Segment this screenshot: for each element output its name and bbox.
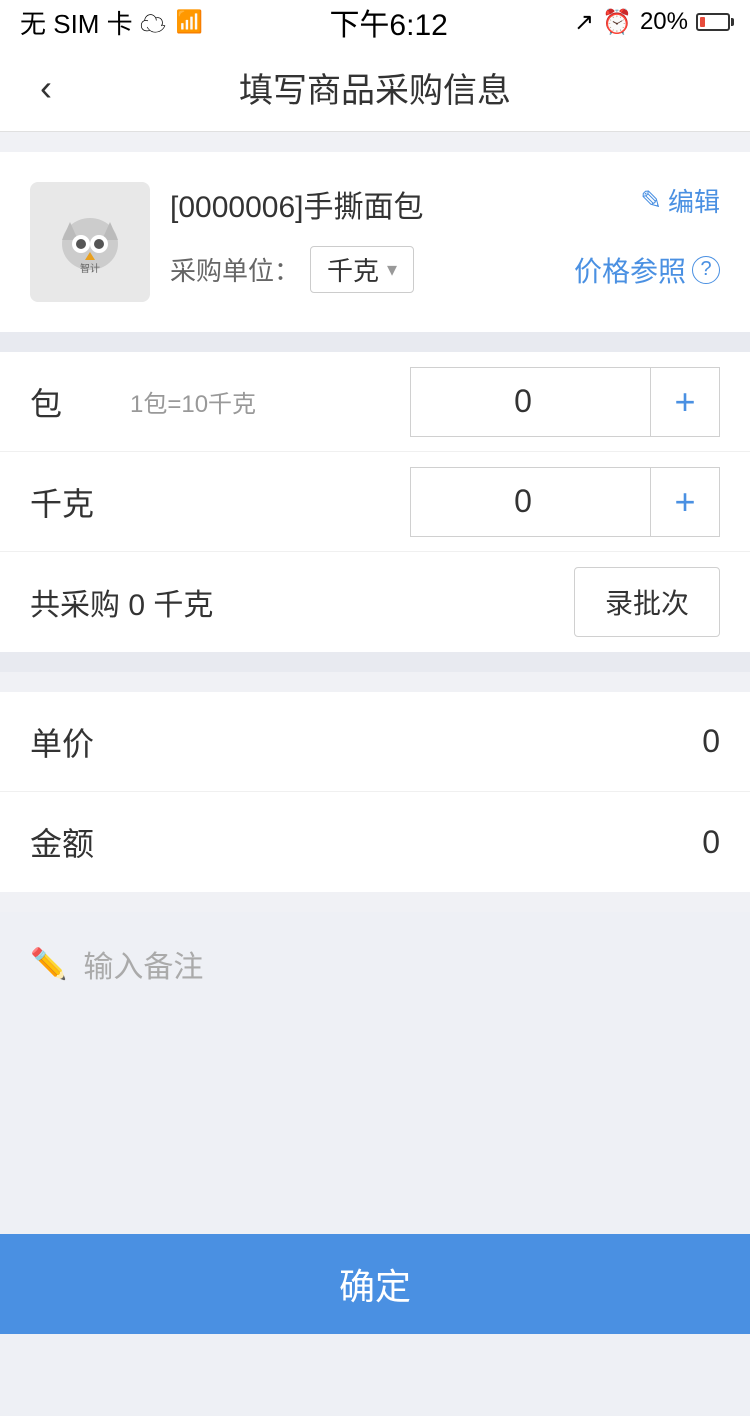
nav-bar: ‹ 填写商品采购信息 — [0, 44, 750, 132]
price-ref-btn[interactable]: 价格参照 ? — [574, 250, 720, 290]
notes-placeholder-text: 输入备注 — [83, 942, 203, 986]
back-button[interactable]: ‹ — [30, 57, 62, 119]
confirm-button[interactable]: 确定 — [0, 1234, 750, 1334]
unit-price-row: 单价 0 — [0, 692, 750, 792]
amount-label: 金额 — [30, 819, 94, 865]
page-title: 填写商品采购信息 — [239, 63, 511, 112]
sim-label: 无 SIM 卡 ☁ — [20, 4, 166, 41]
status-bar: 无 SIM 卡 ☁ 📶 下午6:12 ↗ ⏰ 20% — [0, 0, 750, 44]
batch-button[interactable]: 录批次 — [574, 567, 720, 637]
amount-value: 0 — [702, 824, 720, 861]
kg-number-input[interactable] — [410, 467, 650, 537]
summary-prefix: 共采购 — [30, 589, 120, 622]
kg-input-row: 千克 + — [0, 452, 750, 552]
unit-price-label: 单价 — [30, 719, 94, 765]
product-info: [0000006]手撕面包 采购单位： 千克 ▾ 价格参照 ? — [170, 182, 720, 293]
product-logo: 智计 — [50, 202, 130, 282]
product-name: [0000006]手撕面包 — [170, 182, 720, 226]
svg-text:智计: 智计 — [80, 262, 100, 275]
edit-label: 编辑 — [668, 182, 720, 219]
status-time: 下午6:12 — [329, 0, 447, 44]
bag-number-input[interactable] — [410, 367, 650, 437]
help-icon[interactable]: ? — [692, 256, 720, 284]
divider-1 — [0, 332, 750, 352]
status-left: 无 SIM 卡 ☁ 📶 — [20, 4, 203, 41]
product-meta: 采购单位： 千克 ▾ 价格参照 ? — [170, 246, 720, 293]
bag-sublabel: 1包=10千克 — [130, 384, 256, 419]
dropdown-arrow-icon: ▾ — [387, 257, 397, 282]
price-section: 单价 0 金额 0 — [0, 692, 750, 892]
notes-section[interactable]: ✏️ 输入备注 — [0, 912, 750, 1016]
kg-label: 千克 — [30, 479, 110, 525]
unit-value: 千克 — [327, 251, 379, 288]
kg-input-wrap: + — [410, 467, 720, 537]
amount-row: 金额 0 — [0, 792, 750, 892]
battery-icon — [696, 13, 730, 31]
input-section: 包 1包=10千克 + 千克 + — [0, 352, 750, 552]
summary-amount: 0 — [128, 589, 145, 622]
edit-icon: ✎ — [640, 185, 662, 216]
main-content — [0, 1016, 750, 1416]
unit-price-value: 0 — [702, 723, 720, 760]
pencil-icon: ✏️ — [30, 947, 67, 982]
unit-selector: 采购单位： 千克 ▾ — [170, 246, 414, 293]
summary-row: 共采购 0 千克 录批次 — [0, 552, 750, 652]
owl-svg: 智计 — [50, 202, 130, 282]
summary-text: 共采购 0 千克 — [30, 580, 213, 624]
bag-input-row: 包 1包=10千克 + — [0, 352, 750, 452]
location-icon: ↗ — [574, 8, 594, 37]
product-image: 智计 — [30, 182, 150, 302]
status-right: ↗ ⏰ 20% — [574, 8, 730, 37]
alarm-icon: ⏰ — [602, 8, 632, 37]
kg-plus-button[interactable]: + — [650, 467, 720, 537]
bag-plus-button[interactable]: + — [650, 367, 720, 437]
unit-label-text: 采购单位： — [170, 251, 300, 288]
edit-btn[interactable]: ✎ 编辑 — [640, 182, 720, 219]
summary-unit: 千克 — [153, 589, 213, 622]
bag-input-wrap: + — [410, 367, 720, 437]
price-ref-label: 价格参照 — [574, 250, 686, 290]
bag-label: 包 — [30, 379, 110, 425]
product-card: 智计 [0000006]手撕面包 采购单位： 千克 ▾ 价格参照 ? ✎ 编辑 — [0, 152, 750, 332]
battery-percent: 20% — [640, 8, 688, 36]
unit-dropdown[interactable]: 千克 ▾ — [310, 246, 414, 293]
divider-2 — [0, 652, 750, 672]
wifi-icon: 📶 — [176, 9, 203, 35]
